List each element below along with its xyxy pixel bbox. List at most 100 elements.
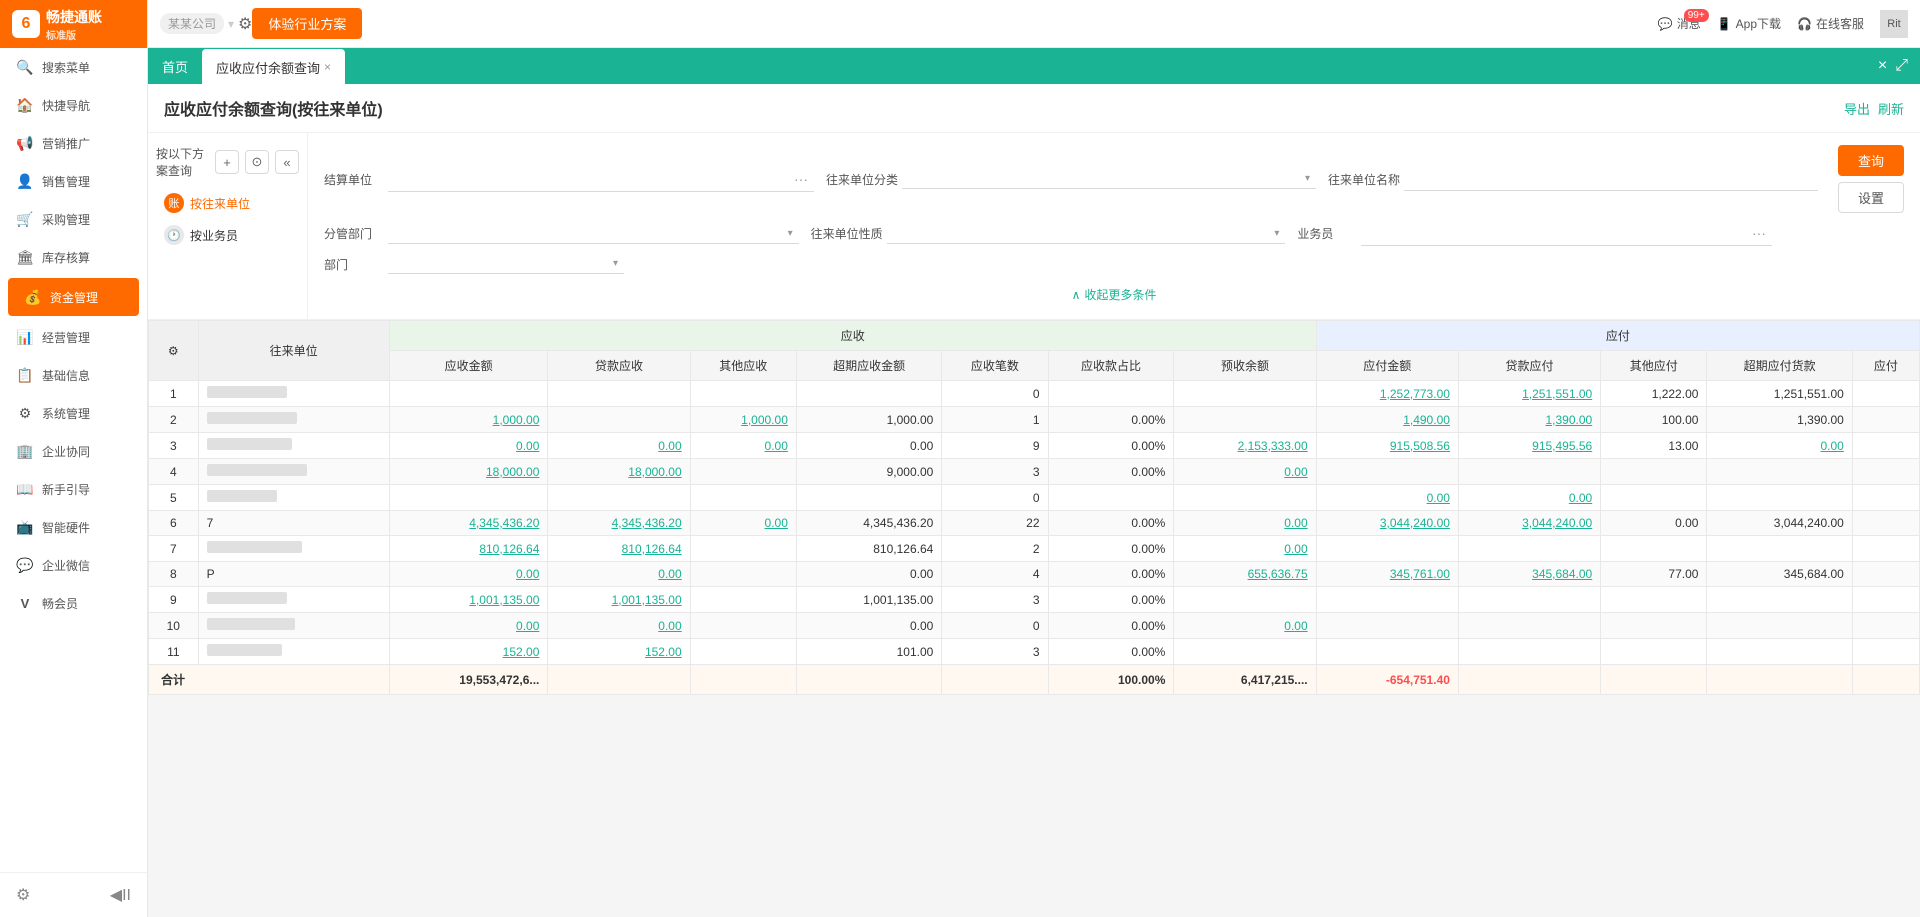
query-button[interactable]: 查询: [1838, 145, 1904, 176]
tab-ar-ap[interactable]: 应收应付余额查询 ×: [202, 49, 345, 85]
cell-advance[interactable]: 0.00: [1174, 459, 1316, 485]
cell-ar-loan[interactable]: 810,126.64: [548, 536, 690, 562]
th-settings[interactable]: ⚙: [149, 321, 199, 381]
scheme-by-salesperson[interactable]: 🕐 按业务员: [156, 219, 299, 251]
sidebar-item-label: 搜索菜单: [42, 59, 90, 76]
cell-ap-loan[interactable]: 0.00: [1458, 485, 1600, 511]
cell-ar-loan[interactable]: 152.00: [548, 639, 690, 665]
cell-ar-amount[interactable]: 1,000.00: [389, 407, 548, 433]
tab-close-window-button[interactable]: ×: [1878, 57, 1887, 75]
cell-ap-amount[interactable]: 3,044,240.00: [1316, 511, 1458, 536]
cell-advance[interactable]: 0.00: [1174, 613, 1316, 639]
cell-advance[interactable]: 0.00: [1174, 536, 1316, 562]
cell-ar-amount[interactable]: 0.00: [389, 433, 548, 459]
th-ap-extra: 应付: [1852, 351, 1919, 381]
cell-ar-amount[interactable]: 1,001,135.00: [389, 587, 548, 613]
table-footer: 合计 19,553,472,6... 100.00% 6,417,215....…: [149, 665, 1920, 695]
topbar-settings-button[interactable]: ⚙: [238, 14, 252, 34]
cell-ap-loan[interactable]: 1,251,551.00: [1458, 381, 1600, 407]
cell-ar-loan[interactable]: 4,345,436.20: [548, 511, 690, 536]
sidebar-item-smart-hw[interactable]: 📺 智能硬件: [0, 508, 147, 546]
sidebar-item-system[interactable]: ⚙ 系统管理: [0, 394, 147, 432]
cell-ap-amount[interactable]: 345,761.00: [1316, 562, 1458, 587]
cell-ar-other[interactable]: 0.00: [690, 433, 796, 459]
th-partner: 往来单位: [198, 321, 389, 381]
cell-advance[interactable]: 655,636.75: [1174, 562, 1316, 587]
cell-ar-loan[interactable]: 0.00: [548, 613, 690, 639]
cell-ap-amount[interactable]: 1,252,773.00: [1316, 381, 1458, 407]
table-row: 3 0.00 0.00 0.00 0.00 9 0.00% 2,153,333.…: [149, 433, 1920, 459]
sidebar-item-operations[interactable]: 📊 经营管理: [0, 318, 147, 356]
cell-ar-overdue: [796, 381, 941, 407]
partner-name-input[interactable]: [1404, 168, 1818, 191]
online-service-btn[interactable]: 🎧 在线客服: [1797, 15, 1864, 32]
tab-home[interactable]: 首页: [148, 48, 202, 84]
cell-ar-loan[interactable]: 0.00: [548, 433, 690, 459]
sidebar-item-wechat[interactable]: 💬 企业微信: [0, 546, 147, 584]
cell-ap-amount[interactable]: 915,508.56: [1316, 433, 1458, 459]
dept-manager-input[interactable]: ▾: [388, 224, 799, 244]
cell-ap-amount[interactable]: 0.00: [1316, 485, 1458, 511]
add-scheme-button[interactable]: +: [215, 150, 239, 174]
cell-ar-other: [690, 459, 796, 485]
partner-category-input[interactable]: ▾: [902, 169, 1316, 189]
sidebar-item-quick-nav[interactable]: 🏠 快捷导航: [0, 86, 147, 124]
cell-ar-amount[interactable]: 4,345,436.20: [389, 511, 548, 536]
sidebar-item-sales[interactable]: 👤 销售管理: [0, 162, 147, 200]
sidebar-item-basic-info[interactable]: 📋 基础信息: [0, 356, 147, 394]
cell-ar-loan[interactable]: 18,000.00: [548, 459, 690, 485]
salesperson-input[interactable]: ···: [1361, 221, 1772, 246]
cell-ar-amount[interactable]: 18,000.00: [389, 459, 548, 485]
collapse-bar[interactable]: ∧ 收起更多条件: [324, 282, 1904, 307]
cell-advance[interactable]: 0.00: [1174, 511, 1316, 536]
sidebar-item-guide[interactable]: 📖 新手引导: [0, 470, 147, 508]
user-avatar[interactable]: Rit: [1880, 10, 1908, 38]
purchase-icon: 🛒: [16, 210, 34, 228]
sidebar-item-enterprise[interactable]: 🏢 企业协同: [0, 432, 147, 470]
cell-ap-loan[interactable]: 1,390.00: [1458, 407, 1600, 433]
sidebar-logo: 6 畅捷通账 标准版: [0, 0, 147, 48]
cell-ap-loan[interactable]: 345,684.00: [1458, 562, 1600, 587]
cell-ar-amount[interactable]: 0.00: [389, 613, 548, 639]
search-icons: + ⊙ «: [215, 150, 299, 174]
tab-close-icon[interactable]: ×: [324, 60, 331, 74]
cell-ar-amount[interactable]: 0.00: [389, 562, 548, 587]
sidebar-item-finance[interactable]: 💰 资金管理: [8, 278, 139, 316]
cell-ap-loan[interactable]: 3,044,240.00: [1458, 511, 1600, 536]
scheme-collapse-button[interactable]: «: [275, 150, 299, 174]
sidebar-item-search-menu[interactable]: 🔍 搜索菜单: [0, 48, 147, 86]
cell-ar-other[interactable]: 1,000.00: [690, 407, 796, 433]
cell-ap-amount[interactable]: 1,490.00: [1316, 407, 1458, 433]
department-input[interactable]: ▾: [388, 254, 624, 274]
scheme-settings-button[interactable]: ⊙: [245, 150, 269, 174]
settlement-unit-input[interactable]: ···: [388, 167, 814, 192]
set-button[interactable]: 设置: [1838, 182, 1904, 213]
message-container[interactable]: 💬 消息 99+: [1658, 15, 1701, 32]
partner-nature-input[interactable]: ▾: [887, 224, 1286, 244]
cell-ar-amount[interactable]: 152.00: [389, 639, 548, 665]
sidebar-item-marketing[interactable]: 📢 营销推广: [0, 124, 147, 162]
footer-ar-loan: [548, 665, 690, 695]
cell-ar-loan[interactable]: 0.00: [548, 562, 690, 587]
collapse-sidebar-button[interactable]: ◀II: [110, 885, 131, 905]
export-button[interactable]: 导出: [1844, 99, 1870, 118]
tab-maximize-button[interactable]: ⤢: [1895, 57, 1908, 75]
settings-button[interactable]: ⚙: [16, 885, 30, 905]
refresh-button[interactable]: 刷新: [1878, 99, 1904, 118]
app-download-btn[interactable]: 📱 App下载: [1717, 15, 1781, 32]
scheme-by-partner-label: 按往来单位: [190, 195, 250, 212]
cell-ar-other[interactable]: 0.00: [690, 511, 796, 536]
cell-advance[interactable]: 2,153,333.00: [1174, 433, 1316, 459]
cell-ap-loan[interactable]: 915,495.56: [1458, 433, 1600, 459]
cell-ar-loan[interactable]: 1,001,135.00: [548, 587, 690, 613]
sidebar-item-inventory[interactable]: 🏛 库存核算: [0, 238, 147, 276]
cell-ar-amount[interactable]: 810,126.64: [389, 536, 548, 562]
industry-plan-button[interactable]: 体验行业方案: [252, 8, 362, 39]
cell-no: 4: [149, 459, 199, 485]
dept-manager-label: 分管部门: [324, 225, 384, 242]
partner-category-label: 往来单位分类: [826, 171, 898, 188]
scheme-by-partner[interactable]: 账 按往来单位: [156, 187, 299, 219]
sidebar-item-vip[interactable]: V 畅会员: [0, 584, 147, 622]
sidebar-item-purchase[interactable]: 🛒 采购管理: [0, 200, 147, 238]
cell-ap-overdue[interactable]: 0.00: [1707, 433, 1852, 459]
